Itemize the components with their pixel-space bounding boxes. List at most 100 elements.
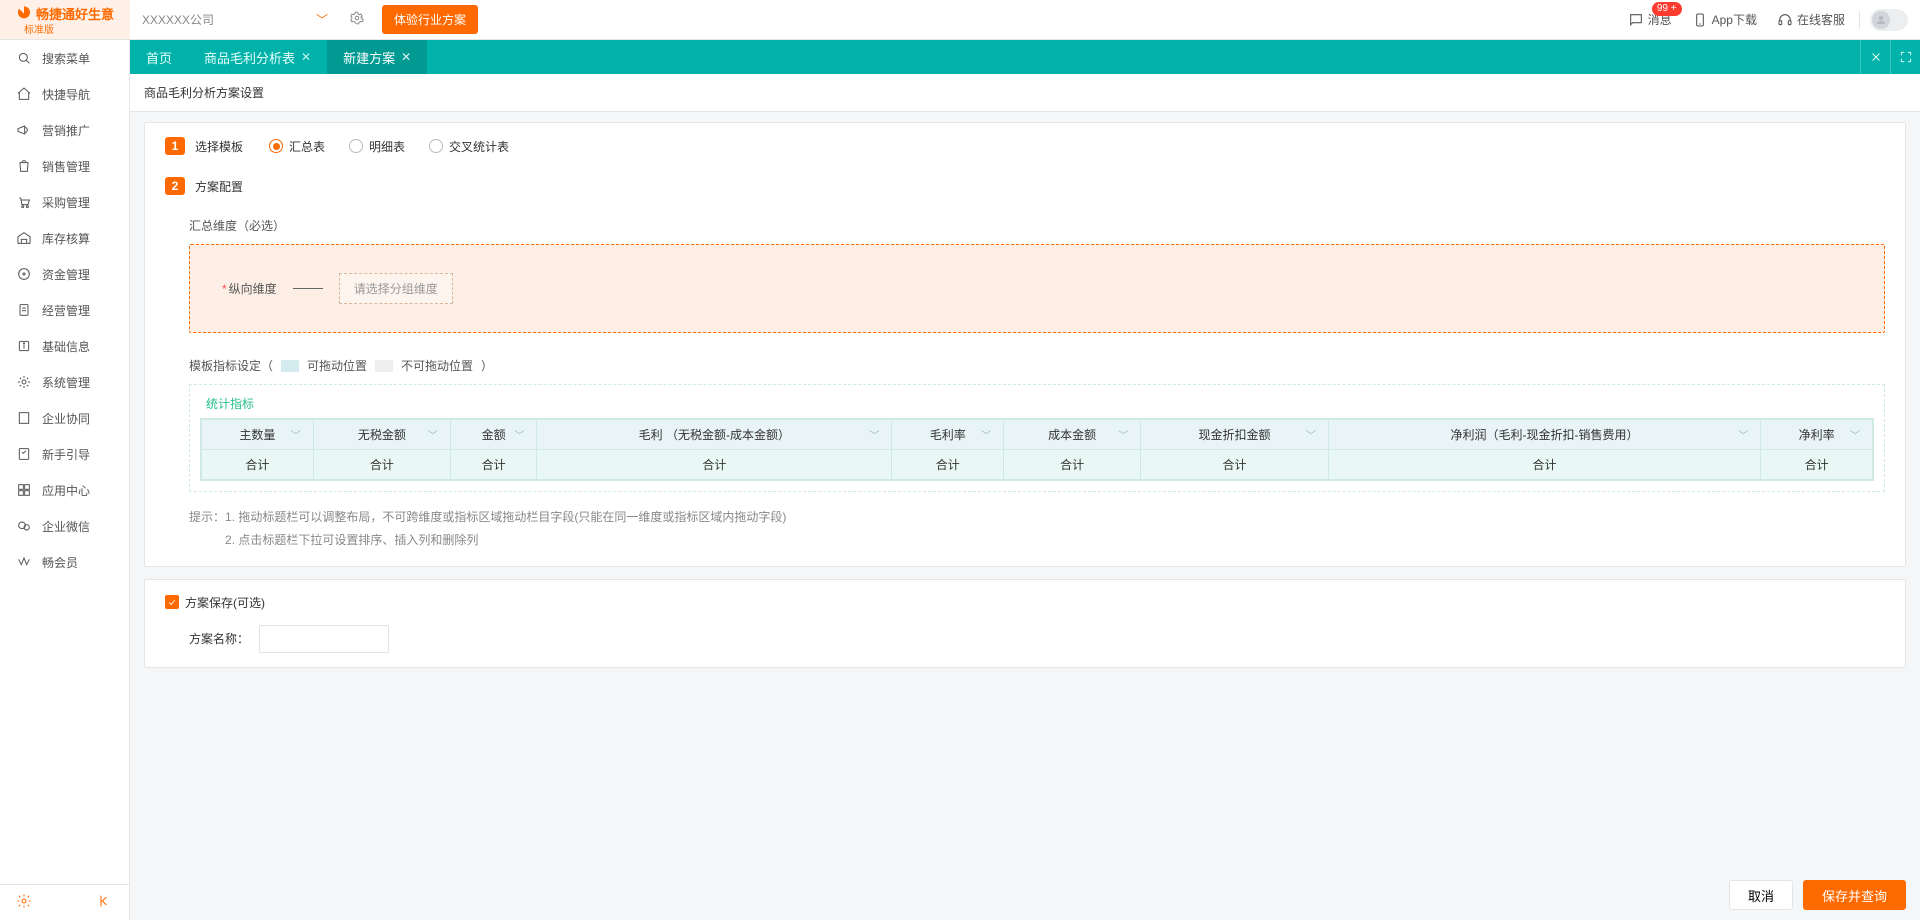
- sidebar-item-label: 快捷导航: [42, 86, 90, 103]
- metric-column-header[interactable]: 现金折扣金额 ﹀: [1141, 420, 1329, 450]
- metric-total-cell: 合计: [537, 450, 892, 480]
- sidebar-collapse-button[interactable]: [97, 893, 113, 912]
- radio-icon: [269, 139, 283, 153]
- app-download-button[interactable]: App下载: [1682, 0, 1767, 39]
- chevron-down-icon: ﹀: [316, 11, 328, 28]
- chevron-down-icon[interactable]: ﹀: [981, 427, 991, 442]
- sidebar-item-wechat[interactable]: 企业微信: [0, 508, 129, 544]
- messages-badge: 99 +: [1652, 2, 1682, 16]
- online-service-button[interactable]: 在线客服: [1767, 0, 1855, 39]
- tab-close-all-button[interactable]: [1860, 40, 1890, 74]
- metric-total-cell: 合计: [1004, 450, 1141, 480]
- metric-column-header[interactable]: 净利率﹀: [1761, 420, 1873, 450]
- metric-column-header[interactable]: 净利润（毛利-现金折扣-销售费用）﹀: [1328, 420, 1760, 450]
- tab-close-icon[interactable]: ✕: [401, 50, 411, 64]
- sidebar-item-cart[interactable]: 采购管理: [0, 184, 129, 220]
- sidebar-item-gear[interactable]: 系统管理: [0, 364, 129, 400]
- radio-label: 明细表: [369, 138, 405, 155]
- radio-label: 汇总表: [289, 138, 325, 155]
- cancel-button[interactable]: 取消: [1729, 880, 1793, 910]
- metric-column-label: 金额: [482, 426, 506, 443]
- company-name: XXXXXX公司: [142, 11, 214, 28]
- metric-column-label: 毛利率: [930, 426, 966, 443]
- sidebar-item-megaphone[interactable]: 营销推广: [0, 112, 129, 148]
- chevron-down-icon[interactable]: ﹀: [1306, 427, 1316, 442]
- sidebar-item-label: 畅会员: [42, 554, 78, 571]
- metrics-template: 统计指标 主数量﹀无税金额﹀金额﹀毛利 （无税金额-成本金额）﹀毛利率﹀成本金额…: [189, 384, 1885, 492]
- sidebar-item-home[interactable]: 快捷导航: [0, 76, 129, 112]
- checkbox-checked-icon: [165, 595, 179, 609]
- template-radio[interactable]: 汇总表: [269, 138, 325, 155]
- gear-icon: [16, 374, 32, 390]
- radio-icon: [349, 139, 363, 153]
- sidebar-settings-button[interactable]: [16, 893, 32, 912]
- sidebar-item-coin[interactable]: 资金管理: [0, 256, 129, 292]
- sidebar-item-apps[interactable]: 应用中心: [0, 472, 129, 508]
- sidebar-item-label: 库存核算: [42, 230, 90, 247]
- chevron-down-icon[interactable]: ﹀: [514, 427, 524, 442]
- gear-icon: [350, 11, 364, 25]
- sidebar-item-warehouse[interactable]: 库存核算: [0, 220, 129, 256]
- metric-column-header[interactable]: 主数量 ﹀: [202, 420, 314, 450]
- metric-total-cell: 合计: [1328, 450, 1760, 480]
- vip-icon: [16, 554, 32, 570]
- metric-total-cell: 合计: [1761, 450, 1873, 480]
- messages-button[interactable]: 消息 99 +: [1618, 0, 1682, 39]
- save-and-query-button[interactable]: 保存并查询: [1803, 880, 1906, 910]
- metric-column-header[interactable]: 毛利 （无税金额-成本金额）﹀: [537, 420, 892, 450]
- scheme-name-input[interactable]: [259, 625, 389, 653]
- metric-column-header[interactable]: 成本金额﹀: [1004, 420, 1141, 450]
- company-selector[interactable]: XXXXXX公司 ﹀: [130, 0, 340, 39]
- chevron-down-icon[interactable]: ﹀: [869, 427, 879, 442]
- sidebar-item-doc[interactable]: 经营管理: [0, 292, 129, 328]
- metrics-scroll[interactable]: 主数量﹀无税金额﹀金额﹀毛利 （无税金额-成本金额）﹀毛利率﹀成本金额﹀现金折扣…: [200, 418, 1874, 481]
- metric-column-header[interactable]: 无税金额﹀: [313, 420, 450, 450]
- chevron-down-icon[interactable]: ﹀: [291, 427, 301, 442]
- brand-icon: [16, 5, 32, 21]
- metric-total-cell: 合计: [202, 450, 314, 480]
- metric-column-label: 主数量: [239, 426, 275, 443]
- metric-total-cell: 合计: [892, 450, 1004, 480]
- user-avatar[interactable]: [1870, 9, 1908, 31]
- chevron-down-icon[interactable]: ﹀: [428, 427, 438, 442]
- metric-column-header[interactable]: 毛利率 ﹀: [892, 420, 1004, 450]
- building-icon: [16, 410, 32, 426]
- app-header: 畅捷通好生意 标准版 XXXXXX公司 ﹀ 体验行业方案 消息 99 + App…: [0, 0, 1920, 40]
- step-badge-1: 1: [165, 137, 185, 155]
- sidebar-item-search[interactable]: 搜索菜单: [0, 40, 129, 76]
- search-icon: [16, 50, 32, 66]
- sidebar-item-bag[interactable]: 销售管理: [0, 148, 129, 184]
- footer-actions: 取消 保存并查询: [130, 872, 1920, 920]
- tab-close-icon[interactable]: ✕: [301, 50, 311, 64]
- radio-label: 交叉统计表: [449, 138, 509, 155]
- brand-edition: 标准版: [24, 21, 54, 36]
- tab-fullscreen-button[interactable]: [1890, 40, 1920, 74]
- dimension-dropzone[interactable]: *纵向维度 请选择分组维度: [189, 244, 1885, 333]
- save-scheme-checkbox[interactable]: 方案保存(可选): [165, 594, 1885, 611]
- tab[interactable]: 商品毛利分析表✕: [188, 40, 327, 74]
- sidebar-item-vip[interactable]: 畅会员: [0, 544, 129, 580]
- chevron-down-icon[interactable]: ﹀: [1118, 427, 1128, 442]
- try-solution-button[interactable]: 体验行业方案: [382, 5, 478, 34]
- apps-icon: [16, 482, 32, 498]
- tab[interactable]: 首页: [130, 40, 188, 74]
- metric-column-header[interactable]: 金额 ﹀: [450, 420, 536, 450]
- sidebar-item-info[interactable]: 基础信息: [0, 328, 129, 364]
- sidebar-item-building[interactable]: 企业协同: [0, 400, 129, 436]
- save-scheme-label: 方案保存(可选): [185, 594, 265, 611]
- tab[interactable]: 新建方案✕: [327, 40, 427, 74]
- tab-label: 首页: [146, 48, 172, 67]
- metric-total-cell: 合计: [313, 450, 450, 480]
- template-radio[interactable]: 明细表: [349, 138, 405, 155]
- chevron-down-icon[interactable]: ﹀: [1850, 427, 1860, 442]
- company-settings-button[interactable]: [340, 11, 374, 28]
- home-icon: [16, 86, 32, 102]
- chevron-down-icon[interactable]: ﹀: [1738, 427, 1748, 442]
- sidebar-item-guide[interactable]: 新手引导: [0, 436, 129, 472]
- dimension-placeholder[interactable]: 请选择分组维度: [339, 273, 453, 304]
- warehouse-icon: [16, 230, 32, 246]
- chat-icon: [1628, 12, 1644, 28]
- metric-column-label: 现金折扣金额: [1199, 426, 1271, 443]
- template-radio[interactable]: 交叉统计表: [429, 138, 509, 155]
- swatch-draggable: [281, 360, 299, 372]
